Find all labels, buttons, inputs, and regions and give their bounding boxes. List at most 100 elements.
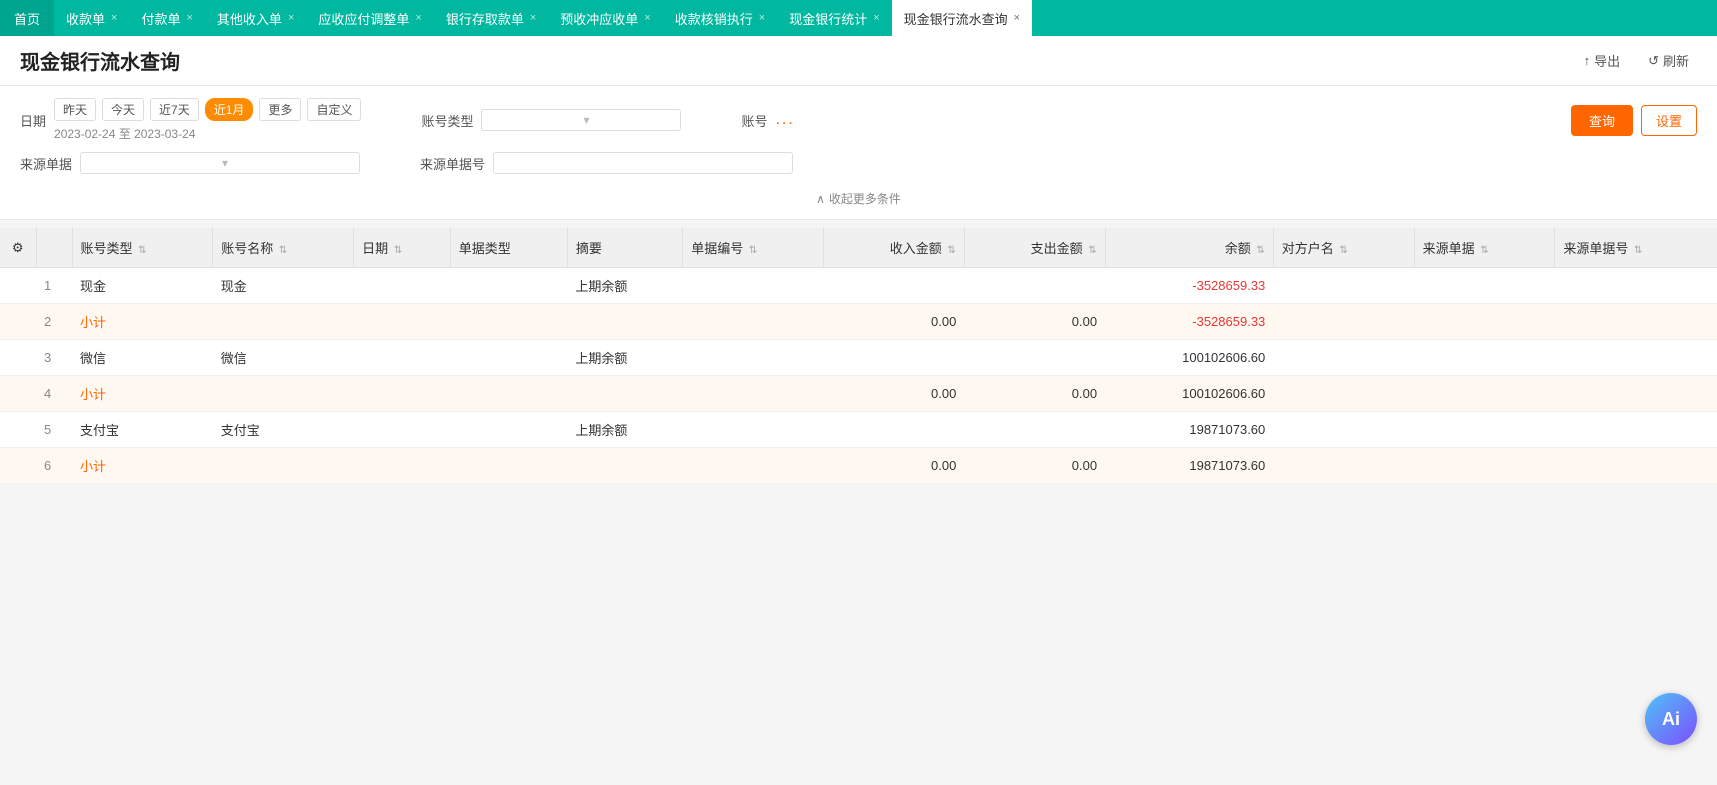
- collapse-icon: ∧: [816, 192, 825, 206]
- td-income: [824, 412, 965, 448]
- source-doc-filter: 来源单据 ▾: [20, 152, 360, 174]
- nav-item-现金银行流水查询[interactable]: 现金银行流水查询 ×: [892, 0, 1032, 36]
- filter-row-2: 来源单据 ▾ 来源单据号: [20, 152, 1697, 174]
- ai-bubble[interactable]: Ai: [1645, 693, 1697, 745]
- td-account-name: 现金: [213, 268, 354, 304]
- sort-icon: ⇅: [394, 245, 402, 256]
- td-summary: [567, 376, 682, 412]
- date-btn-more[interactable]: 更多: [259, 98, 301, 121]
- collapse-bar[interactable]: ∧ 收起更多条件: [20, 184, 1697, 211]
- th-account-type[interactable]: 账号类型 ⇅: [72, 228, 213, 268]
- nav-close-icon[interactable]: ×: [288, 12, 294, 24]
- refresh-icon: ↺: [1648, 53, 1659, 69]
- account-label: 账号: [741, 111, 767, 130]
- date-btn-custom[interactable]: 自定义: [307, 98, 361, 121]
- td-doc-type: [450, 448, 567, 484]
- td-balance: 19871073.60: [1105, 412, 1273, 448]
- td-account-name: 支付宝: [213, 412, 354, 448]
- sort-icon: ⇅: [947, 245, 955, 256]
- export-icon: ↑: [1584, 53, 1591, 68]
- td-expense: [964, 412, 1105, 448]
- date-range: 2023-02-24 至 2023-03-24: [54, 125, 361, 142]
- source-doc-no-input[interactable]: [493, 152, 793, 174]
- date-filter: 日期 昨天 今天 近7天 近1月 更多 自定义 2023-02-24 至 202…: [20, 98, 361, 142]
- td-doc-no: [683, 304, 824, 340]
- td-doc-type: [450, 376, 567, 412]
- account-dots-button[interactable]: ...: [775, 111, 794, 129]
- sort-icon: ⇅: [1634, 245, 1642, 256]
- nav-item-收款核销执行[interactable]: 收款核销执行 ×: [663, 0, 777, 36]
- nav-item-预收冲应收单[interactable]: 预收冲应收单 ×: [548, 0, 662, 36]
- td-counter-party: [1273, 340, 1414, 376]
- td-num: 5: [36, 412, 72, 448]
- source-doc-select[interactable]: ▾: [80, 152, 360, 174]
- td-counter-party: [1273, 268, 1414, 304]
- nav-close-icon[interactable]: ×: [111, 12, 117, 24]
- nav-close-icon[interactable]: ×: [759, 12, 765, 24]
- th-expense[interactable]: 支出金额 ⇅: [964, 228, 1105, 268]
- td-doc-type: [450, 340, 567, 376]
- account-type-select[interactable]: ▾: [481, 109, 681, 131]
- nav-label: 付款单: [141, 9, 180, 28]
- settings-button[interactable]: 设置: [1641, 105, 1697, 136]
- td-account-name: [213, 376, 354, 412]
- nav-close-icon[interactable]: ×: [415, 12, 421, 24]
- nav-item-付款单[interactable]: 付款单 ×: [129, 0, 204, 36]
- nav-item-银行存取款单[interactable]: 银行存取款单 ×: [434, 0, 548, 36]
- th-source-doc[interactable]: 来源单据 ⇅: [1414, 228, 1555, 268]
- sort-icon: ⇅: [279, 245, 287, 256]
- nav-close-icon[interactable]: ×: [873, 12, 879, 24]
- data-table: ⚙ 账号类型 ⇅ 账号名称 ⇅ 日期 ⇅ 单据类型 摘要 单据编号 ⇅ 收入金额…: [0, 228, 1717, 484]
- nav-label: 收款核销执行: [675, 9, 753, 28]
- th-account-name[interactable]: 账号名称 ⇅: [213, 228, 354, 268]
- page-title: 现金银行流水查询: [20, 46, 180, 75]
- td-expense: 0.00: [964, 304, 1105, 340]
- nav-close-icon[interactable]: ×: [186, 12, 192, 24]
- date-btn-1month[interactable]: 近1月: [205, 98, 254, 121]
- nav-item-现金银行统计[interactable]: 现金银行统计 ×: [777, 0, 891, 36]
- td-source-doc: [1414, 412, 1555, 448]
- th-income[interactable]: 收入金额 ⇅: [824, 228, 965, 268]
- th-source-doc-no[interactable]: 来源单据号 ⇅: [1555, 228, 1717, 268]
- refresh-button[interactable]: ↺ 刷新: [1640, 47, 1697, 74]
- nav-item-应收应付调整单[interactable]: 应收应付调整单 ×: [306, 0, 433, 36]
- td-account-name: [213, 304, 354, 340]
- sort-icon: ⇅: [1088, 245, 1096, 256]
- th-doc-no[interactable]: 单据编号 ⇅: [683, 228, 824, 268]
- date-btn-today[interactable]: 今天: [102, 98, 144, 121]
- nav-close-icon[interactable]: ×: [644, 12, 650, 24]
- td-expense: [964, 340, 1105, 376]
- date-btn-7days[interactable]: 近7天: [150, 98, 199, 121]
- nav-close-icon[interactable]: ×: [530, 12, 536, 24]
- table-row: 4 小计 0.00 0.00 100102606.60: [0, 376, 1717, 412]
- td-source-doc: [1414, 304, 1555, 340]
- td-balance: 19871073.60: [1105, 448, 1273, 484]
- td-account-type: 支付宝: [72, 412, 213, 448]
- td-balance: -3528659.33: [1105, 268, 1273, 304]
- filter-row-1: 日期 昨天 今天 近7天 近1月 更多 自定义 2023-02-24 至 202…: [20, 98, 1697, 142]
- nav-item-其他收入单[interactable]: 其他收入单 ×: [205, 0, 306, 36]
- sort-icon: ⇅: [138, 245, 146, 256]
- export-button[interactable]: ↑ 导出: [1576, 47, 1629, 74]
- th-settings[interactable]: ⚙: [0, 228, 36, 268]
- td-doc-no: [683, 340, 824, 376]
- date-btn-yesterday[interactable]: 昨天: [54, 98, 96, 121]
- nav-close-icon[interactable]: ×: [1014, 12, 1020, 24]
- nav-item-收款单[interactable]: 收款单 ×: [54, 0, 129, 36]
- td-settings: [0, 340, 36, 376]
- td-account-type: 微信: [72, 340, 213, 376]
- td-settings: [0, 448, 36, 484]
- action-buttons: 查询 设置: [1571, 105, 1697, 136]
- th-doc-type: 单据类型: [450, 228, 567, 268]
- td-num: 6: [36, 448, 72, 484]
- table-container: ⚙ 账号类型 ⇅ 账号名称 ⇅ 日期 ⇅ 单据类型 摘要 单据编号 ⇅ 收入金额…: [0, 228, 1717, 484]
- td-expense: 0.00: [964, 376, 1105, 412]
- nav-home[interactable]: 首页: [0, 0, 54, 36]
- query-button[interactable]: 查询: [1571, 105, 1633, 136]
- th-balance[interactable]: 余额 ⇅: [1105, 228, 1273, 268]
- td-summary: [567, 448, 682, 484]
- th-date[interactable]: 日期 ⇅: [354, 228, 451, 268]
- sort-icon: ⇅: [1256, 245, 1264, 256]
- td-account-type: 小计: [72, 304, 213, 340]
- th-counter-party[interactable]: 对方户名 ⇅: [1273, 228, 1414, 268]
